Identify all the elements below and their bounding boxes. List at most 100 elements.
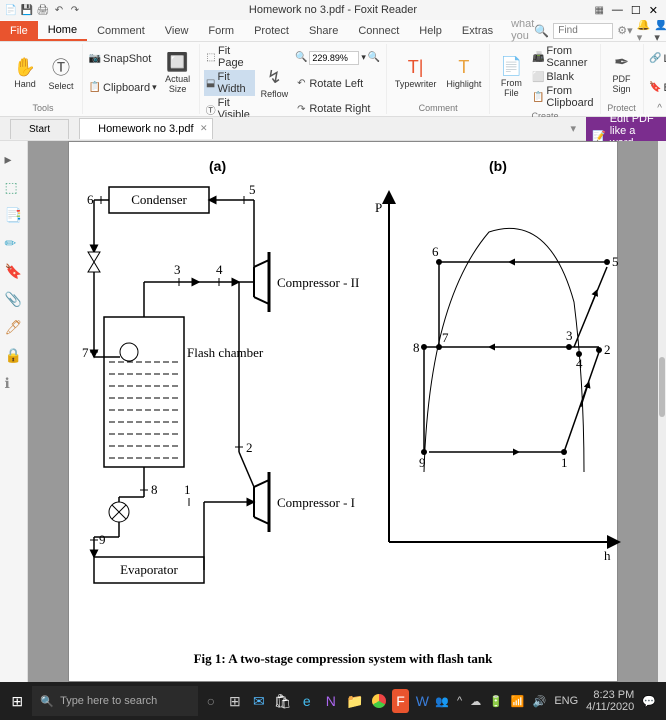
highlight-button[interactable]: THighlight [442,44,485,102]
app-onenote-icon[interactable]: N [320,686,342,716]
qat-new-icon[interactable]: 📄 [4,3,18,17]
select-tool[interactable]: ⓉSelect [44,44,78,102]
app-explorer-icon[interactable]: 📁 [344,686,366,716]
reflow-button[interactable]: ↯Reflow [257,44,291,122]
app-edge-icon[interactable]: e [296,686,318,716]
app-store-icon[interactable]: 🛍 [272,686,294,716]
bookmarks-panel-icon[interactable]: 🔖 [5,263,23,281]
zoom-control[interactable]: 🔍 ▾ 🔍 [293,50,382,66]
figure-caption: Fig 1: A two-stage compression system wi… [79,651,607,667]
svg-text:6: 6 [87,192,94,207]
ribbon-content: ✋Hand ⓉSelect Tools 📷SnapShot 📋Clipboard… [0,42,666,117]
tray-onedrive-icon[interactable]: ☁ [470,695,481,708]
svg-text:6: 6 [432,244,439,259]
maximize-button[interactable]: ☐ [631,4,641,17]
svg-text:h: h [604,548,611,563]
fitwidth-button[interactable]: ⬓Fit Width [204,70,256,96]
signatures-panel-icon[interactable]: 🖊 [5,319,23,337]
tray-sound-icon[interactable]: 🔊 [533,695,547,708]
file-tab[interactable]: File [0,21,38,41]
taskview-icon[interactable]: ⊞ [224,686,246,716]
taskbar-search[interactable]: 🔍Type here to search [32,686,198,716]
signin-icon[interactable]: 👤▾ [654,18,666,44]
tray-lang[interactable]: ENG [554,695,578,707]
tray-battery-icon[interactable]: 🔋 [489,695,503,708]
tab-protect[interactable]: Protect [244,22,299,40]
tab-share[interactable]: Share [299,22,348,40]
svg-text:2: 2 [604,342,611,357]
pages-panel-icon[interactable]: ⬚ [5,179,23,197]
hand-icon: ✋ [14,57,36,78]
tab-form[interactable]: Form [198,22,244,40]
typewriter-icon: T| [408,57,424,78]
security-panel-icon[interactable]: 🔒 [5,347,23,365]
svg-text:9: 9 [419,455,426,470]
find-input[interactable] [553,23,613,39]
rotateright-button[interactable]: ↷Rotate Right [293,102,382,116]
tab-current-doc[interactable]: Homework no 3.pdf✕ [79,118,212,139]
group-comment: T|Typewriter THighlight Comment [387,44,491,114]
rotateleft-icon: ↶ [295,78,307,90]
comments-panel-icon[interactable]: ✏ [5,235,23,253]
titlebar: 📄 💾 🖨 ↶ ↷ Homework no 3.pdf - Foxit Read… [0,0,666,20]
info-panel-icon[interactable]: ℹ [5,375,23,393]
expand-panel-icon[interactable]: ▸ [5,151,23,169]
app-foxit-icon[interactable]: F [392,689,410,713]
zoom-input[interactable] [309,51,359,65]
search-bulb-icon: 🔍 [534,24,549,38]
svg-text:Compressor - I: Compressor - I [277,495,355,510]
layers-panel-icon[interactable]: 📑 [5,207,23,225]
snapshot-button[interactable]: 📷SnapShot [87,52,159,66]
pdfsign-button[interactable]: ✒PDF Sign [605,44,639,102]
document-area[interactable]: (a) (b) Condenser 5 6 [28,141,658,682]
tray-clock[interactable]: 8:23 PM4/11/2020 [586,689,634,713]
zoomin-icon: 🔍 [368,52,380,64]
fromscanner-button[interactable]: 📠From Scanner [530,44,595,70]
minimize-button[interactable]: — [612,4,623,16]
qat-save-icon[interactable]: 💾 [20,3,34,17]
tab-start[interactable]: Start [10,119,69,139]
close-tab-icon[interactable]: ✕ [200,123,208,134]
group-convert-label [87,102,195,114]
find-dropdown-icon[interactable]: ⚙▾ [617,24,632,37]
qat-print-icon[interactable]: 🖨 [36,3,50,17]
close-button[interactable]: ✕ [649,4,658,17]
label-b: (b) [489,158,507,174]
scroll-thumb[interactable] [659,357,665,417]
tray-notification-icon[interactable]: 💬 [642,695,656,708]
attachments-panel-icon[interactable]: 📎 [5,291,23,309]
bookmark-button[interactable]: 🔖Bookmark [648,81,666,95]
tab-comment[interactable]: Comment [87,22,155,40]
app-mail-icon[interactable]: ✉ [248,686,270,716]
fitpage-button[interactable]: ⬚Fit Page [204,44,256,70]
qat-redo-icon[interactable]: ↷ [68,3,82,17]
clipboard-button[interactable]: 📋Clipboard ▾ [87,81,159,95]
link-icon: 🔗 [650,53,662,65]
grid-icon[interactable]: ▦ [594,5,603,16]
tab-help[interactable]: Help [409,22,452,40]
tab-home[interactable]: Home [38,21,87,41]
actual-size-button[interactable]: 🔲Actual Size [161,44,195,102]
svg-text:Evaporator: Evaporator [120,562,178,577]
tab-extras[interactable]: Extras [452,22,503,40]
rotateleft-button[interactable]: ↶Rotate Left [293,77,382,91]
qat-undo-icon[interactable]: ↶ [52,3,66,17]
tray-wifi-icon[interactable]: 📶 [511,695,525,708]
fromclipboard-button[interactable]: 📋From Clipboard [530,84,595,110]
cortana-icon[interactable]: ○ [200,686,222,716]
bell-icon[interactable]: 🔔▾ [637,18,651,44]
link-button[interactable]: 🔗Link [648,52,666,66]
app-word-icon[interactable]: W [411,686,433,716]
blank-button[interactable]: ⬜Blank [530,70,595,84]
tab-view[interactable]: View [155,22,199,40]
start-button[interactable]: ⊞ [4,686,30,716]
fromfile-button[interactable]: 📄From File [494,44,528,110]
tray-up-icon[interactable]: ^ [457,695,462,707]
svg-text:4: 4 [576,356,583,371]
tab-connect[interactable]: Connect [348,22,409,40]
app-chrome-icon[interactable] [368,686,390,716]
tray-people-icon[interactable]: 👥 [435,695,449,708]
vertical-scrollbar[interactable] [658,141,666,682]
hand-tool[interactable]: ✋Hand [8,44,42,102]
typewriter-button[interactable]: T|Typewriter [391,44,441,102]
